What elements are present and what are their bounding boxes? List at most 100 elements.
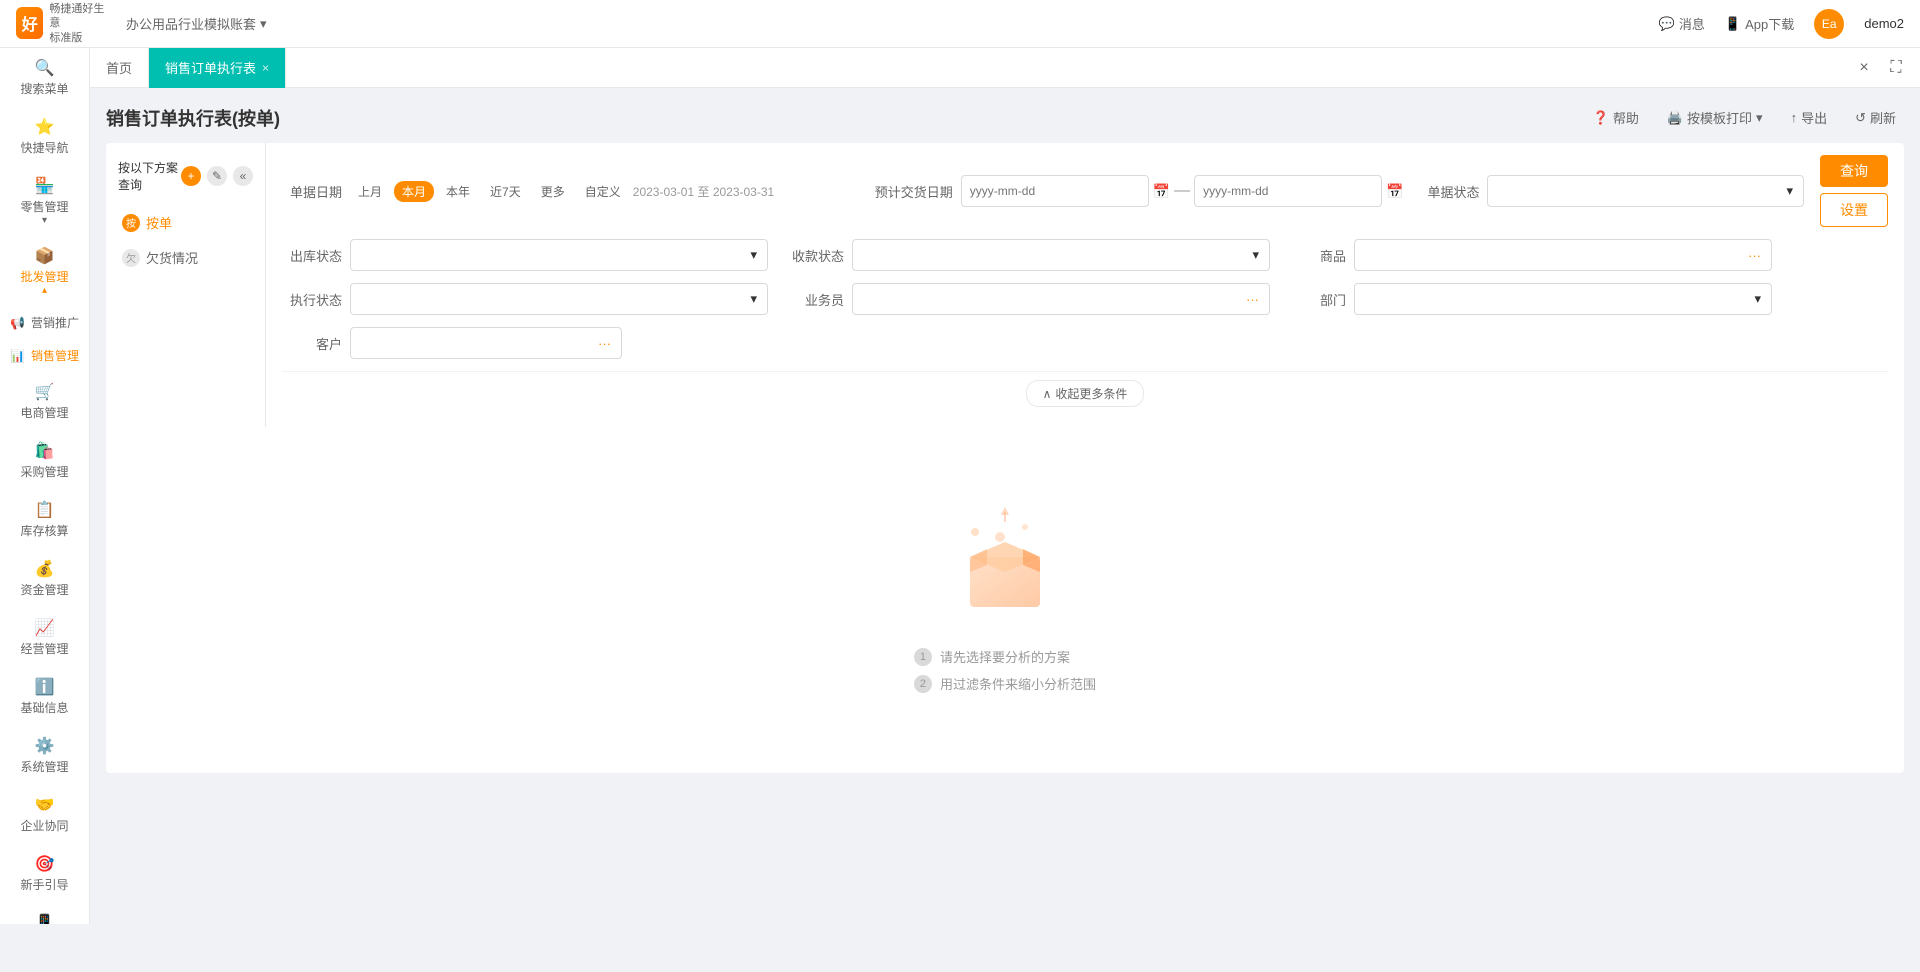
sidebar-item-operation[interactable]: 📈 经营管理	[0, 608, 89, 667]
collapse-arrow-icon: ∧	[1043, 387, 1052, 401]
filter-nav-qukuan-label: 欠货情况	[146, 248, 198, 267]
date-btn-lastmonth[interactable]: 上月	[350, 181, 390, 202]
newbie-icon: 🎯	[35, 854, 55, 874]
collapse-bar: ∧ 收起更多条件	[282, 371, 1888, 415]
tab-active[interactable]: 销售订单执行表 ×	[149, 48, 286, 88]
sidebar-item-label-wholesale: 批发管理	[20, 268, 68, 285]
date-btn-thisyear[interactable]: 本年	[438, 181, 478, 202]
tab-close-icon[interactable]: ×	[262, 61, 269, 75]
date-btn-thismonth[interactable]: 本月	[394, 181, 434, 202]
avatar-text: Ea	[1822, 17, 1837, 31]
receipt-status-arrow: ▾	[1252, 247, 1259, 263]
breadcrumb-select[interactable]: 办公用品行业模拟账套 ▾	[126, 14, 267, 33]
print-arrow: ▾	[1756, 110, 1763, 126]
filter-nav-qukuan-dot: 欠	[122, 249, 140, 267]
out-status-select[interactable]: ▾	[350, 239, 768, 271]
sidebar-item-label-finance: 资金管理	[20, 581, 68, 598]
filter-nav-anbi[interactable]: 按 按单	[106, 205, 265, 240]
date-btn-custom[interactable]: 自定义	[577, 181, 629, 202]
window-close-btn[interactable]: ×	[1852, 56, 1876, 80]
dept-arrow: ▾	[1754, 291, 1761, 307]
filter-add-btn[interactable]: +	[181, 166, 201, 186]
filter-collapse-btn[interactable]: «	[233, 166, 253, 186]
filter-nav-qukuan[interactable]: 欠 欠货情况	[106, 240, 265, 275]
print-btn[interactable]: 🖨️ 按模板打印 ▾	[1659, 104, 1771, 131]
wholesale-icon: 📦	[35, 246, 55, 266]
sidebar-item-inventory[interactable]: 📋 库存核算	[0, 490, 89, 549]
filter-edit-btn[interactable]: ✎	[207, 166, 227, 186]
customer-select[interactable]: ···	[350, 327, 622, 359]
sidebar-item-basic[interactable]: ℹ️ 基础信息	[0, 667, 89, 726]
tab-active-label: 销售订单执行表	[165, 58, 256, 77]
export-btn[interactable]: ↑ 导出	[1783, 104, 1836, 131]
collapse-more-btn[interactable]: ∧ 收起更多条件	[1026, 380, 1145, 407]
sidebar-sub-label-sales: 销售管理	[31, 347, 79, 364]
export-icon: ↑	[1791, 110, 1798, 125]
empty-tip-1: 1 请先选择要分析的方案	[914, 647, 1096, 666]
sidebar-item-label-system: 系统管理	[20, 758, 68, 775]
enterprise-icon: 🤝	[35, 795, 55, 815]
sidebar-item-appstore[interactable]: 📱 应用中心	[0, 903, 89, 924]
query-btn[interactable]: 查询	[1820, 155, 1888, 187]
sidebar-item-label-operation: 经营管理	[20, 640, 68, 657]
date-btn-more[interactable]: 更多	[533, 181, 573, 202]
empty-illustration	[945, 507, 1065, 627]
filter-left-header: 按以下方案查询 + ✎ «	[106, 155, 265, 197]
filter-nav-anbi-label: 按单	[146, 213, 172, 232]
sidebar-item-newbie[interactable]: 🎯 新手引导	[0, 844, 89, 903]
filter-add-icon: +	[187, 169, 194, 183]
ecommerce-icon: 🛒	[35, 382, 55, 402]
customer-dots[interactable]: ···	[598, 336, 611, 351]
sidebar-item-enterprise[interactable]: 🤝 企业协同	[0, 785, 89, 844]
date-btn-7days[interactable]: 近7天	[482, 181, 529, 202]
avatar[interactable]: Ea	[1814, 9, 1844, 39]
settings-btn[interactable]: 设置	[1820, 193, 1888, 227]
doc-status-arrow: ▾	[1786, 183, 1793, 199]
refresh-btn[interactable]: ↺ 刷新	[1847, 104, 1904, 131]
sidebar-item-finance[interactable]: 💰 资金管理	[0, 549, 89, 608]
filter-field-date: 单据日期 上月 本月 本年 近7天 更多 自定义 20	[282, 181, 859, 202]
filter-field-goods: 商品 ···	[1286, 239, 1772, 271]
tab-home[interactable]: 首页	[90, 48, 149, 88]
sidebar-item-purchase[interactable]: 🛍️ 采购管理	[0, 431, 89, 490]
message-btn[interactable]: 💬 消息	[1659, 14, 1705, 33]
expected-date-end[interactable]	[1194, 175, 1382, 207]
exec-status-arrow: ▾	[750, 291, 757, 307]
empty-tip-1-text: 请先选择要分析的方案	[940, 647, 1070, 666]
doc-status-select[interactable]: ▾	[1487, 175, 1804, 207]
app-download-btn[interactable]: 📱 App下载	[1725, 14, 1794, 33]
dept-label: 部门	[1286, 290, 1346, 309]
salesman-select[interactable]: ···	[852, 283, 1270, 315]
sidebar-item-ecommerce[interactable]: 🛒 电商管理	[0, 372, 89, 431]
window-maximize-icon: ⛶	[1890, 59, 1901, 77]
salesman-dots[interactable]: ···	[1246, 292, 1259, 307]
filter-left: 按以下方案查询 + ✎ «	[106, 143, 266, 427]
filter-field-exec-status: 执行状态 ▾	[282, 283, 768, 315]
sidebar-item-retail[interactable]: 🏪 零售管理 ▾	[0, 166, 89, 236]
window-maximize-btn[interactable]: ⛶	[1884, 56, 1908, 80]
user-name: demo2	[1864, 16, 1904, 31]
goods-dots[interactable]: ···	[1748, 248, 1761, 263]
app-download-icon: 📱	[1725, 16, 1741, 32]
exec-status-select[interactable]: ▾	[350, 283, 768, 315]
help-label: 帮助	[1613, 108, 1639, 127]
tab-home-label: 首页	[106, 58, 132, 77]
goods-select[interactable]: ···	[1354, 239, 1772, 271]
date-calendar-icon-end[interactable]: 📅	[1386, 183, 1403, 200]
sidebar-item-search[interactable]: 🔍 搜索菜单	[0, 48, 89, 107]
date-calendar-icon-start[interactable]: 📅	[1153, 183, 1170, 200]
sidebar-sub-item-sales[interactable]: 📊 销售管理	[0, 339, 89, 372]
help-btn[interactable]: ❓ 帮助	[1585, 104, 1647, 131]
retail-arrow: ▾	[42, 215, 47, 226]
filter-field-expected-date: 预计交货日期 📅 — 📅	[875, 175, 1404, 207]
sidebar-item-label-retail: 零售管理	[20, 198, 68, 215]
dept-select[interactable]: ▾	[1354, 283, 1772, 315]
sidebar-item-system[interactable]: ⚙️ 系统管理	[0, 726, 89, 785]
receipt-status-select[interactable]: ▾	[852, 239, 1270, 271]
expected-date-start[interactable]	[961, 175, 1149, 207]
sidebar-item-quick-nav[interactable]: ⭐ 快捷导航	[0, 107, 89, 166]
breadcrumb-chevron: ▾	[260, 16, 267, 32]
customer-label: 客户	[282, 334, 342, 353]
sidebar-item-wholesale[interactable]: 📦 批发管理 ▴	[0, 236, 89, 306]
sidebar-sub-item-promo[interactable]: 📢 营销推广	[0, 306, 89, 339]
